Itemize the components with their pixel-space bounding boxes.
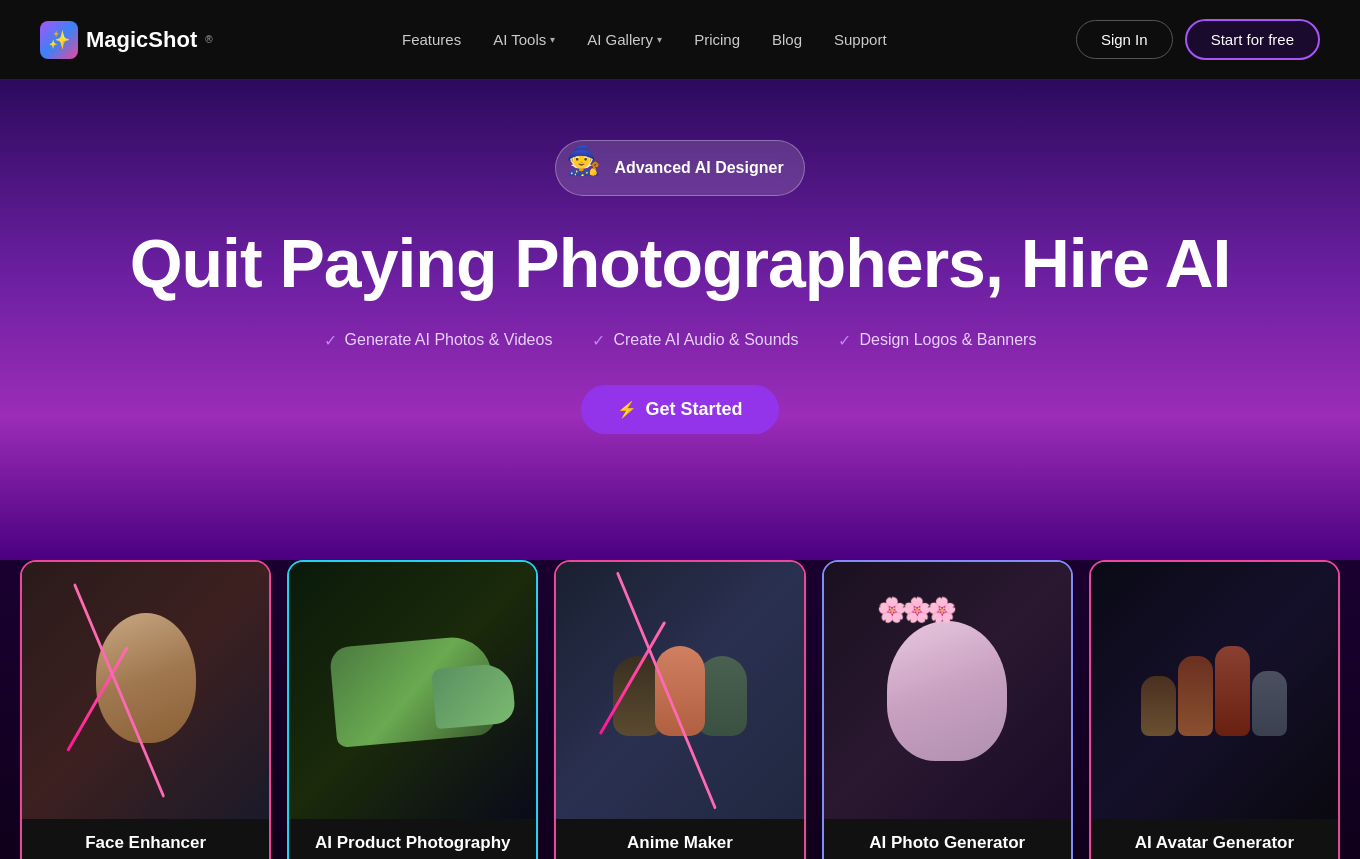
get-started-label: Get Started bbox=[645, 399, 742, 420]
check-icon-2: ✓ bbox=[592, 331, 605, 350]
avatar-fig-1 bbox=[1141, 676, 1176, 736]
flower-face-illustration bbox=[887, 621, 1007, 761]
card-anime-title: Anime Maker bbox=[572, 833, 787, 853]
shoe-illustration bbox=[329, 634, 497, 748]
avatar-group bbox=[1141, 646, 1287, 736]
card-avatar-image bbox=[1091, 562, 1338, 819]
diagonal-line-face bbox=[22, 562, 269, 819]
hero-feature-1: ✓ Generate AI Photos & Videos bbox=[324, 331, 553, 350]
card-product-image bbox=[289, 562, 536, 819]
avatar-fig-2 bbox=[1178, 656, 1213, 736]
anime-group bbox=[613, 646, 747, 736]
avatar-fig-4 bbox=[1252, 671, 1287, 736]
hero-badge-text: Advanced AI Designer bbox=[614, 159, 783, 177]
nav-pricing[interactable]: Pricing bbox=[694, 31, 740, 48]
nav-support[interactable]: Support bbox=[834, 31, 887, 48]
chevron-down-icon: ▾ bbox=[550, 34, 555, 45]
logo[interactable]: ✨ MagicShot ® bbox=[40, 21, 213, 59]
card-face-enhancer: Face Enhancer Try Now → bbox=[20, 560, 271, 859]
hero-feature-3-text: Design Logos & Banners bbox=[859, 331, 1036, 349]
card-face-title: Face Enhancer bbox=[38, 833, 253, 853]
get-started-button[interactable]: ⚡ Get Started bbox=[581, 385, 778, 434]
card-face-body: Face Enhancer Try Now → bbox=[22, 819, 269, 859]
nav-actions: Sign In Start for free bbox=[1076, 19, 1320, 60]
card-outer-avatar: AI Avatar Generator Try Now → bbox=[1081, 560, 1340, 859]
card-ai-avatar-generator: AI Avatar Generator Try Now → bbox=[1089, 560, 1340, 859]
anime-figure-2 bbox=[655, 646, 705, 736]
card-avatar-body: AI Avatar Generator Try Now → bbox=[1091, 819, 1338, 859]
cards-section: Face Enhancer Try Now → AI Product Photo… bbox=[0, 560, 1360, 859]
card-anime-image bbox=[556, 562, 803, 819]
card-outer-product: AI Product Photography Try Now → bbox=[279, 560, 546, 859]
card-aiphoto-body: AI Photo Generator Try Now → bbox=[824, 819, 1071, 859]
card-aiphoto-image bbox=[824, 562, 1071, 819]
nav-ai-gallery[interactable]: AI Gallery ▾ bbox=[587, 31, 662, 48]
hero-title: Quit Paying Photographers, Hire AI bbox=[40, 226, 1320, 301]
hero-section: 🧙 Advanced AI Designer Quit Paying Photo… bbox=[0, 80, 1360, 560]
card-aiphoto-title: AI Photo Generator bbox=[840, 833, 1055, 853]
card-outer-aiphoto: AI Photo Generator Try Now → bbox=[814, 560, 1081, 859]
card-ai-photo-generator: AI Photo Generator Try Now → bbox=[822, 560, 1073, 859]
nav-features[interactable]: Features bbox=[402, 31, 461, 48]
start-for-free-button[interactable]: Start for free bbox=[1185, 19, 1320, 60]
hero-feature-2: ✓ Create AI Audio & Sounds bbox=[592, 331, 798, 350]
card-outer-face: Face Enhancer Try Now → bbox=[20, 560, 279, 859]
nav-blog[interactable]: Blog bbox=[772, 31, 802, 48]
hero-feature-3: ✓ Design Logos & Banners bbox=[838, 331, 1036, 350]
navbar: ✨ MagicShot ® Features AI Tools ▾ AI Gal… bbox=[0, 0, 1360, 80]
check-icon-3: ✓ bbox=[838, 331, 851, 350]
logo-reg: ® bbox=[205, 34, 212, 45]
hero-features: ✓ Generate AI Photos & Videos ✓ Create A… bbox=[40, 331, 1320, 350]
bolt-icon: ⚡ bbox=[617, 400, 637, 419]
avatar-fig-3 bbox=[1215, 646, 1250, 736]
card-face-image bbox=[22, 562, 269, 819]
card-anime-body: Anime Maker Try Now → bbox=[556, 819, 803, 859]
svg-line-0 bbox=[75, 585, 163, 795]
wizard-icon: 🧙 bbox=[562, 147, 604, 189]
hero-badge: 🧙 Advanced AI Designer bbox=[555, 140, 804, 196]
card-anime-maker: Anime Maker Try Now → bbox=[554, 560, 805, 859]
logo-text: MagicShot bbox=[86, 27, 197, 53]
card-avatar-title: AI Avatar Generator bbox=[1107, 833, 1322, 853]
nav-ai-tools[interactable]: AI Tools ▾ bbox=[493, 31, 555, 48]
cards-row: Face Enhancer Try Now → AI Product Photo… bbox=[0, 560, 1360, 859]
hero-feature-2-text: Create AI Audio & Sounds bbox=[613, 331, 798, 349]
card-product-title: AI Product Photography bbox=[305, 833, 520, 853]
card-outer-anime: Anime Maker Try Now → bbox=[546, 560, 813, 859]
signin-button[interactable]: Sign In bbox=[1076, 20, 1173, 59]
check-icon-1: ✓ bbox=[324, 331, 337, 350]
card-product-photography: AI Product Photography Try Now → bbox=[287, 560, 538, 859]
hero-feature-1-text: Generate AI Photos & Videos bbox=[345, 331, 553, 349]
chevron-down-icon: ▾ bbox=[657, 34, 662, 45]
logo-icon: ✨ bbox=[40, 21, 78, 59]
card-product-body: AI Product Photography Try Now → bbox=[289, 819, 536, 859]
nav-links: Features AI Tools ▾ AI Gallery ▾ Pricing… bbox=[402, 31, 887, 48]
